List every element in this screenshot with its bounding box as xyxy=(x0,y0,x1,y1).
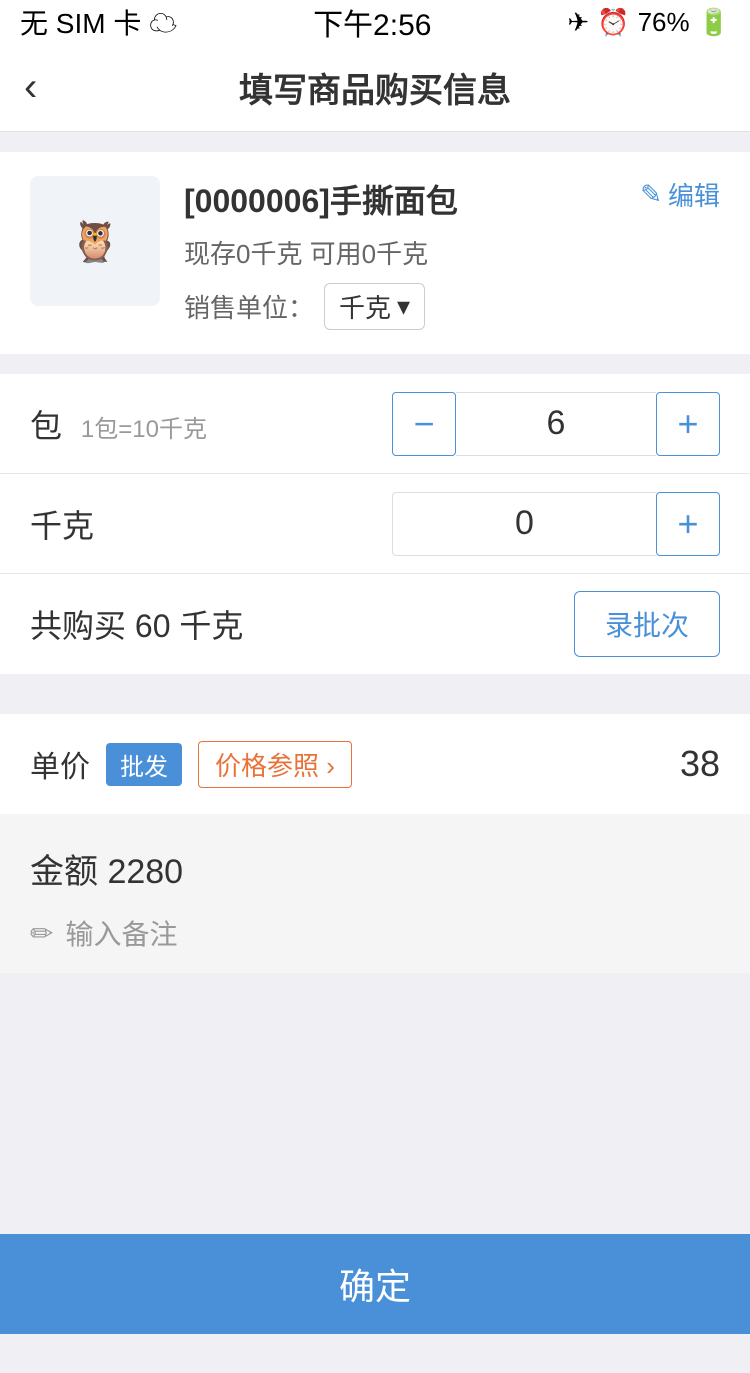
battery-label: 76% xyxy=(638,7,690,38)
total-row: 共购买 60 千克 录批次 xyxy=(0,574,750,674)
status-left: 无 SIM 卡 ☁ xyxy=(20,2,177,42)
kg-qty-control: + xyxy=(392,492,720,556)
batch-button[interactable]: 录批次 xyxy=(574,591,720,657)
price-tag: 批发 xyxy=(106,743,182,786)
edit-label: 编辑 xyxy=(668,176,720,213)
pack-row: 包 1包=10千克 − + xyxy=(0,374,750,474)
pack-hint: 1包=10千克 xyxy=(81,416,207,443)
pack-label: 包 1包=10千克 xyxy=(30,401,392,447)
amount-label: 金额 xyxy=(30,853,107,891)
kg-qty-input[interactable] xyxy=(392,492,656,556)
amount-row: 金额 2280 xyxy=(30,844,720,893)
edit-icon: ✎ xyxy=(640,179,662,210)
status-right: ✈ ⏰ 76% 🔋 xyxy=(567,7,730,38)
separator-1 xyxy=(0,354,750,374)
kg-label: 千克 xyxy=(30,501,392,547)
nav-bar: ‹ 填写商品购买信息 xyxy=(0,44,750,132)
form-section: 包 1包=10千克 − + 千克 + 共购买 60 千克 录批次 xyxy=(0,374,750,674)
unit-label: 销售单位： xyxy=(184,288,314,325)
separator-2 xyxy=(0,674,750,694)
pack-qty-control: − + xyxy=(392,392,720,456)
edit-button[interactable]: ✎ 编辑 xyxy=(640,176,720,213)
price-section: 单价 批发 价格参照 › 38 xyxy=(0,714,750,814)
price-value: 38 xyxy=(680,743,720,785)
pack-qty-input[interactable] xyxy=(456,392,656,456)
product-unit-row: 销售单位： 千克 ▾ xyxy=(184,283,720,330)
pack-plus-button[interactable]: + xyxy=(656,392,720,456)
product-stock: 现存0千克 可用0千克 xyxy=(184,234,720,271)
kg-row: 千克 + xyxy=(0,474,750,574)
pack-minus-button[interactable]: − xyxy=(392,392,456,456)
price-label: 单价 xyxy=(30,742,90,786)
back-button[interactable]: ‹ xyxy=(24,65,37,110)
kg-plus-button[interactable]: + xyxy=(656,492,720,556)
battery-icon: 🔋 xyxy=(698,7,730,38)
unit-chevron-icon: ▾ xyxy=(397,291,410,322)
note-row[interactable]: ✏ 输入备注 xyxy=(30,913,720,953)
page-title: 填写商品购买信息 xyxy=(239,63,511,112)
amount-section: 金额 2280 ✏ 输入备注 xyxy=(0,814,750,973)
alarm-icon: ⏰ xyxy=(597,7,629,38)
location-icon: ✈ xyxy=(567,7,589,38)
status-bar: 无 SIM 卡 ☁ 下午2:56 ✈ ⏰ 76% 🔋 xyxy=(0,0,750,44)
note-placeholder: 输入备注 xyxy=(65,913,177,953)
note-icon: ✏ xyxy=(30,917,53,950)
unit-select[interactable]: 千克 ▾ xyxy=(324,283,425,330)
unit-value: 千克 xyxy=(339,288,391,325)
confirm-button[interactable]: 确定 xyxy=(0,1234,750,1334)
product-logo: 🦉 xyxy=(70,218,120,265)
product-card: 🦉 [0000006]手撕面包 现存0千克 可用0千克 销售单位： 千克 ▾ ✎… xyxy=(0,152,750,354)
price-ref-button[interactable]: 价格参照 › xyxy=(198,741,352,788)
total-label: 共购买 60 千克 xyxy=(30,601,243,647)
no-sim-label: 无 SIM 卡 ☁ xyxy=(20,2,177,42)
status-time: 下午2:56 xyxy=(313,0,431,44)
product-image: 🦉 xyxy=(30,176,160,306)
amount-number: 2280 xyxy=(107,853,183,891)
